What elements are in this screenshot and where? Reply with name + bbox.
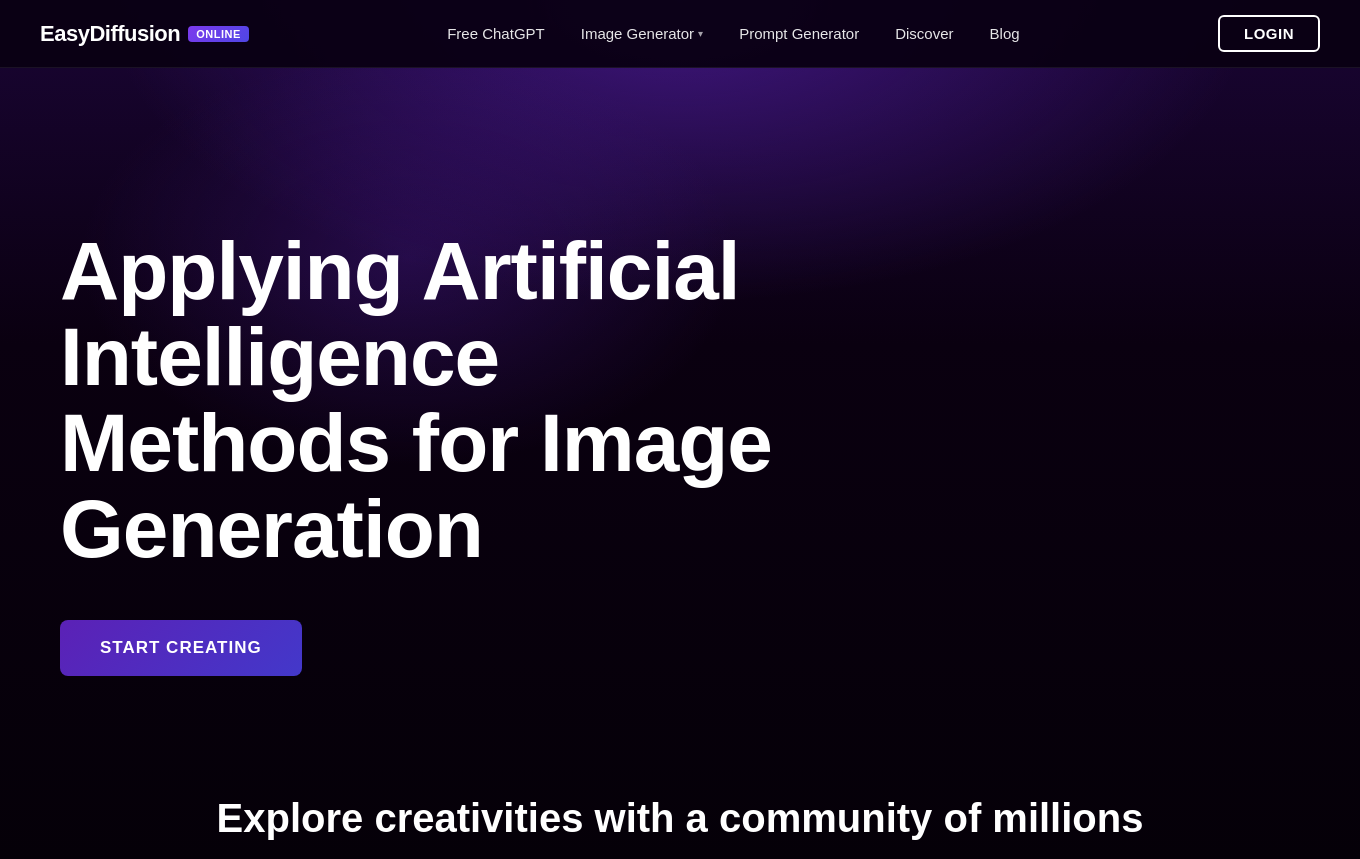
- chevron-down-icon: ▾: [698, 28, 703, 39]
- hero-title: Applying Artificial Intelligence Methods…: [60, 228, 840, 572]
- nav-link-image-generator[interactable]: Image Generator ▾: [581, 25, 703, 42]
- bottom-title: Explore creativities with a community of…: [60, 796, 1300, 841]
- logo-text: EasyDiffusion: [40, 21, 180, 47]
- nav-item-blog[interactable]: Blog: [990, 25, 1020, 43]
- logo-badge: Online: [188, 26, 249, 42]
- hero-content: Applying Artificial Intelligence Methods…: [0, 68, 900, 756]
- nav-link-chatgpt[interactable]: Free ChatGPT: [447, 25, 545, 42]
- start-creating-button[interactable]: START CREATING: [60, 620, 302, 676]
- nav-link-discover[interactable]: Discover: [895, 25, 953, 42]
- navbar: EasyDiffusion Online Free ChatGPT Image …: [0, 0, 1360, 68]
- nav-item-image-generator[interactable]: Image Generator ▾: [581, 25, 703, 42]
- nav-links: Free ChatGPT Image Generator ▾ Prompt Ge…: [447, 25, 1019, 43]
- hero-section: Applying Artificial Intelligence Methods…: [0, 0, 1360, 859]
- nav-item-discover[interactable]: Discover: [895, 25, 953, 43]
- nav-link-blog[interactable]: Blog: [990, 25, 1020, 42]
- nav-link-prompt-generator[interactable]: Prompt Generator: [739, 25, 859, 42]
- bottom-section: Explore creativities with a community of…: [0, 756, 1360, 859]
- login-button[interactable]: LOGIN: [1218, 15, 1320, 52]
- logo[interactable]: EasyDiffusion Online: [40, 21, 249, 47]
- nav-item-prompt-generator[interactable]: Prompt Generator: [739, 25, 859, 43]
- nav-item-chatgpt[interactable]: Free ChatGPT: [447, 25, 545, 43]
